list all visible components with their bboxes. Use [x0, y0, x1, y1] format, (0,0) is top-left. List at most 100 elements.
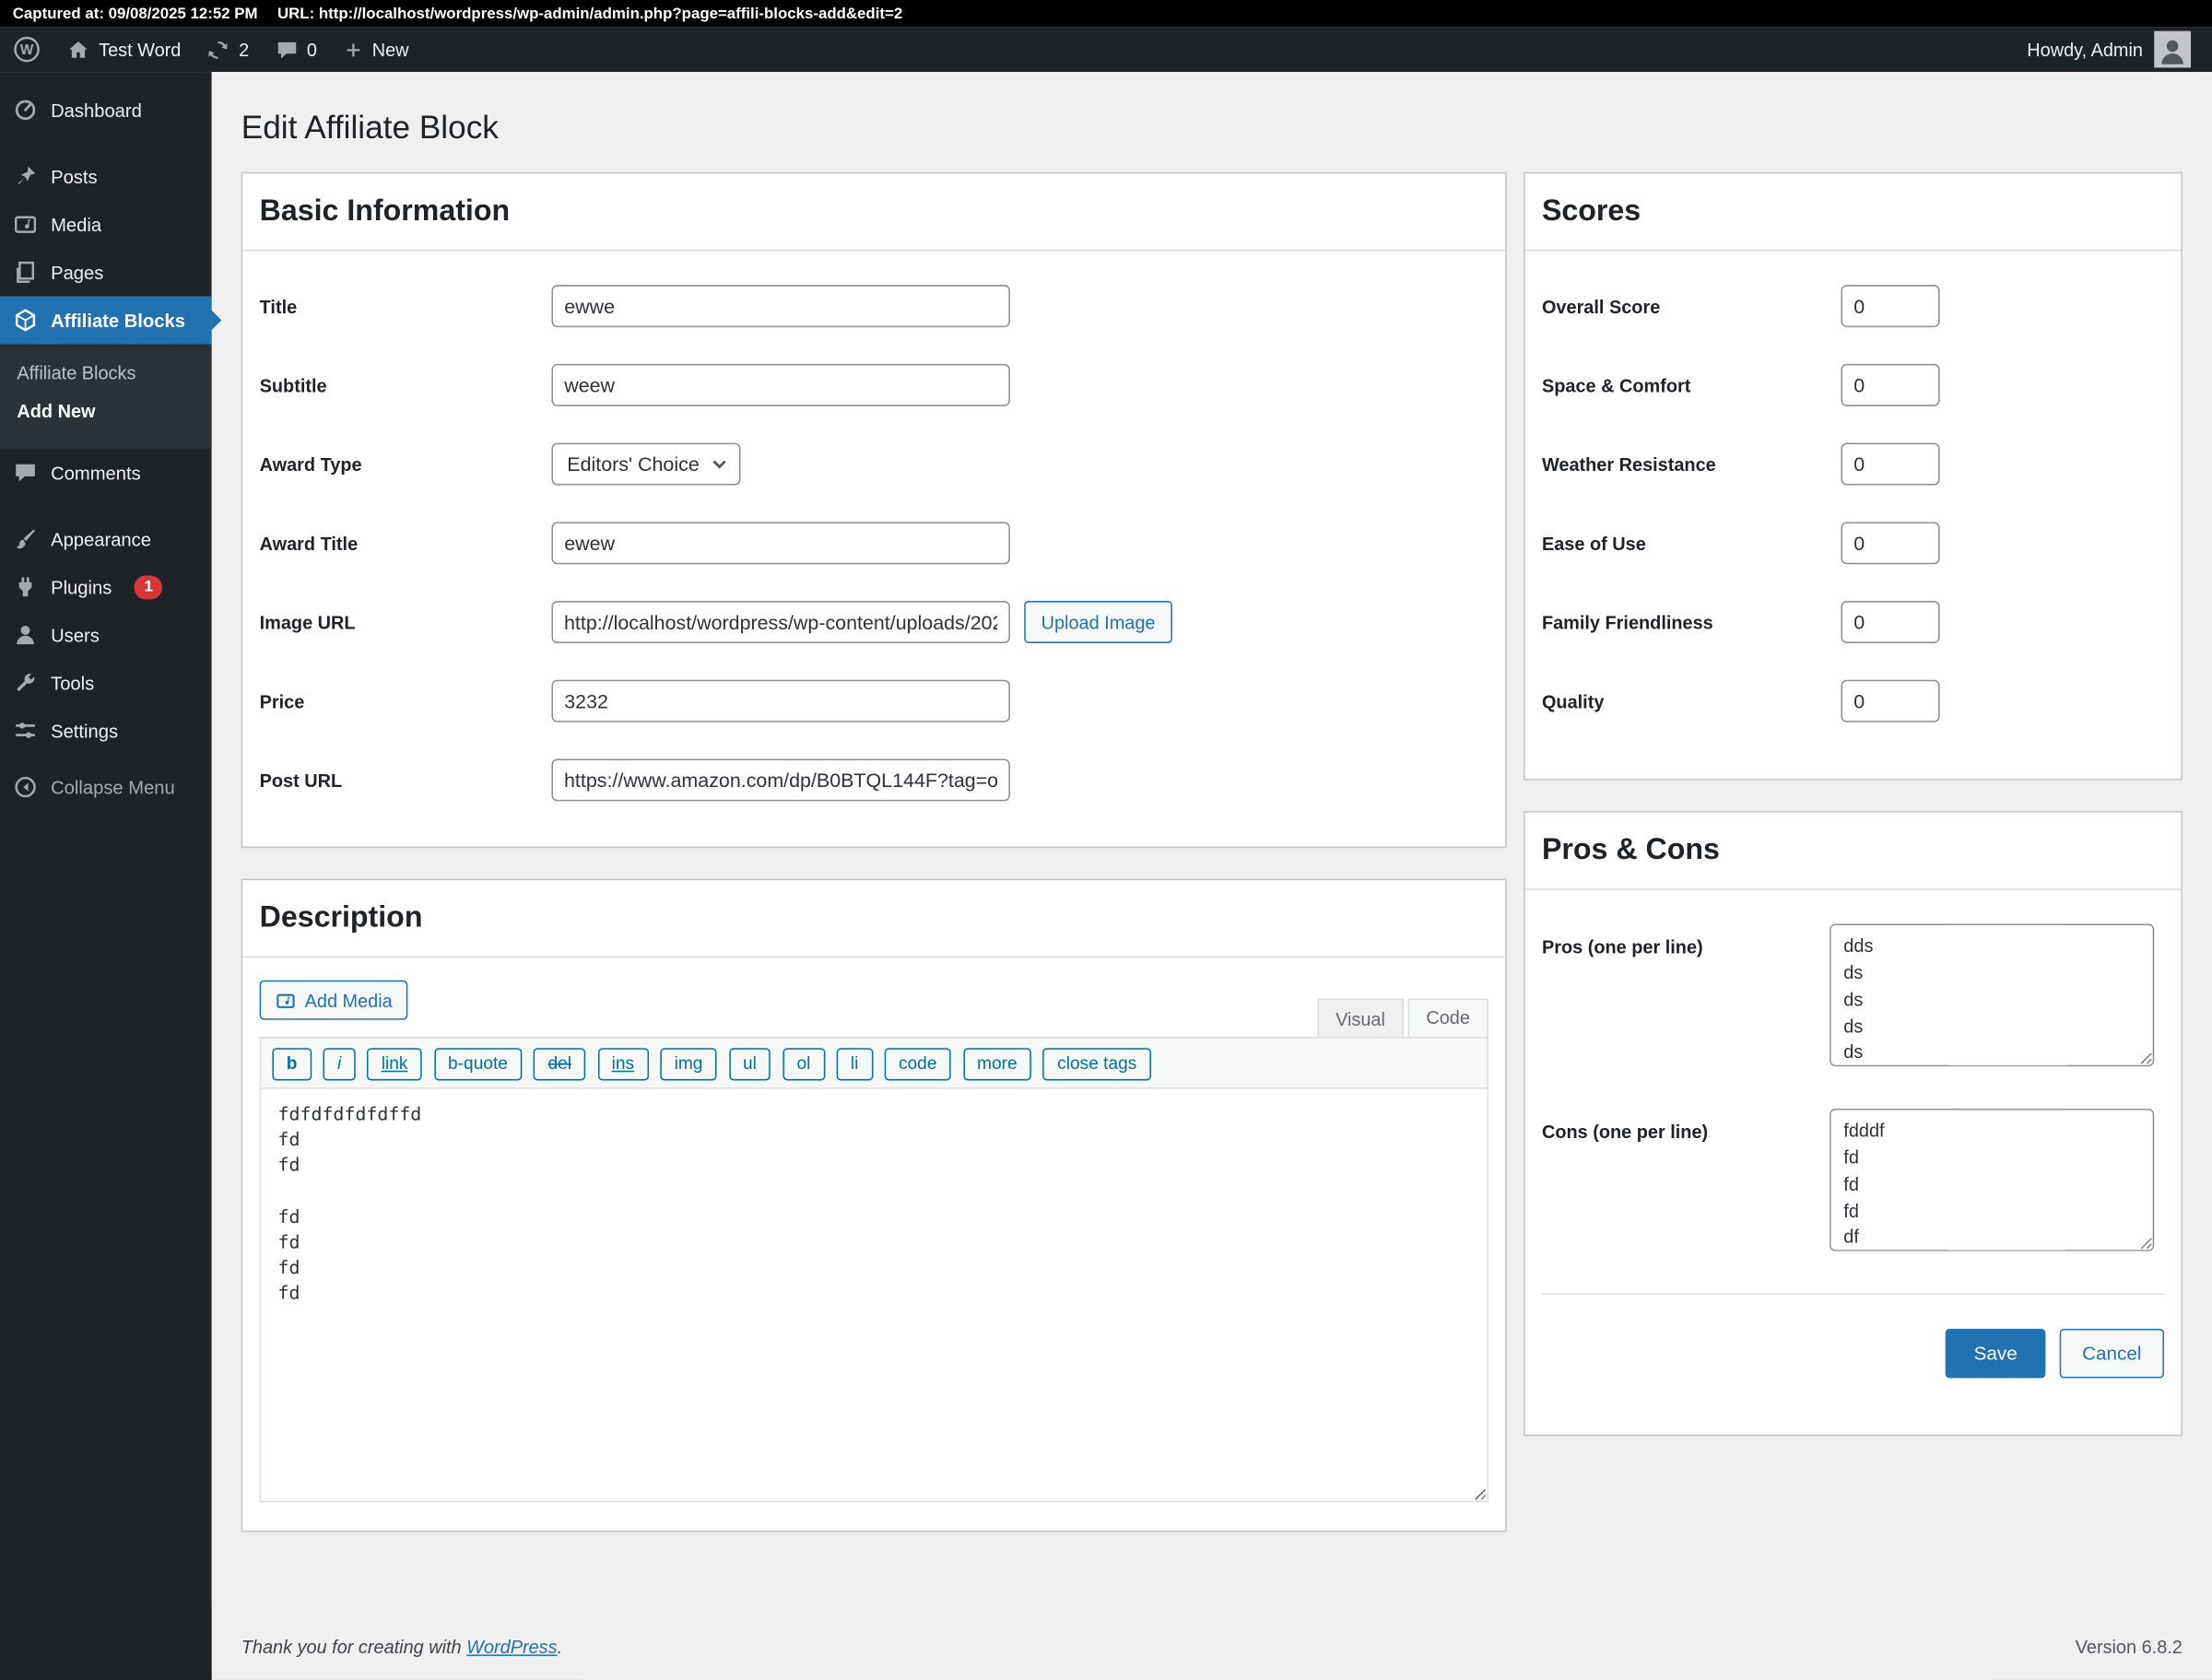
subtitle-row: Subtitle	[260, 364, 1488, 406]
award-title-label: Award Title	[260, 533, 552, 554]
sidebar-item-dashboard[interactable]: Dashboard	[0, 86, 212, 134]
qt-ins-button[interactable]: ins	[597, 1048, 648, 1080]
qt-del-button[interactable]: del	[534, 1048, 585, 1080]
qt-ol-button[interactable]: ol	[782, 1048, 825, 1080]
wordpress-link[interactable]: WordPress	[466, 1637, 557, 1658]
appearance-brush-icon	[13, 526, 39, 552]
cons-row: Cons (one per line) fdddf fd fd fd df	[1542, 1109, 2164, 1251]
updates-menu[interactable]: 2	[194, 27, 262, 72]
score-row: Overall Score	[1542, 285, 2164, 327]
sidebar-item-collapse-menu[interactable]: Collapse Menu	[0, 763, 212, 811]
plugin-icon	[13, 574, 39, 600]
ease-of-use-label: Ease of Use	[1542, 533, 1841, 554]
qt-italic-button[interactable]: i	[324, 1048, 356, 1080]
settings-sliders-icon	[13, 718, 39, 744]
qt-close-tags-button[interactable]: close tags	[1043, 1048, 1151, 1080]
cancel-button[interactable]: Cancel	[2060, 1329, 2164, 1379]
comment-bubble-icon	[275, 38, 299, 62]
site-name-menu[interactable]: Test Word	[53, 27, 194, 72]
submenu-item-add-new[interactable]: Add New	[0, 393, 212, 430]
award-title-input[interactable]	[551, 522, 1009, 564]
pros-label: Pros (one per line)	[1542, 924, 1830, 958]
post-url-input[interactable]	[551, 758, 1009, 801]
sidebar-item-appearance[interactable]: Appearance	[0, 515, 212, 563]
wp-admin-bar: W Test Word 2 0 New Howdy, Admin	[0, 27, 2212, 72]
qt-code-button[interactable]: code	[885, 1048, 951, 1080]
basic-information-heading: Basic Information	[260, 194, 1488, 229]
admin-sidebar: Dashboard Posts Media Pages Affiliate Bl…	[0, 72, 212, 1680]
quality-input[interactable]	[1841, 680, 1939, 723]
overall-score-input[interactable]	[1841, 285, 1939, 327]
qt-bold-button[interactable]: b	[272, 1048, 311, 1080]
title-input[interactable]	[551, 285, 1009, 327]
pros-row: Pros (one per line) dds ds ds ds ds	[1542, 924, 2164, 1067]
svg-text:W: W	[20, 42, 34, 58]
sidebar-item-comments[interactable]: Comments	[0, 449, 212, 497]
qt-ul-button[interactable]: ul	[729, 1048, 771, 1080]
space-comfort-input[interactable]	[1841, 364, 1939, 406]
account-menu[interactable]: Howdy, Admin	[2014, 27, 2203, 72]
tab-code[interactable]: Code	[1407, 999, 1488, 1037]
weather-resistance-label: Weather Resistance	[1542, 453, 1841, 475]
new-label: New	[372, 39, 409, 60]
editor-box: b i link b-quote del ins img ul ol li	[260, 1037, 1488, 1502]
submenu-item-affiliate-blocks[interactable]: Affiliate Blocks	[0, 354, 212, 392]
avatar	[2154, 31, 2191, 68]
sidebar-item-settings[interactable]: Settings	[0, 707, 212, 755]
comments-menu[interactable]: 0	[262, 27, 330, 72]
qt-li-button[interactable]: li	[837, 1048, 873, 1080]
sidebar-item-label: Comments	[51, 462, 141, 483]
upload-image-button[interactable]: Upload Image	[1024, 601, 1172, 643]
award-type-row: Award Type Editors' Choice	[260, 443, 1488, 486]
award-type-select[interactable]: Editors' Choice	[551, 443, 740, 486]
price-row: Price	[260, 680, 1488, 723]
title-row: Title	[260, 285, 1488, 327]
editor-tools: Add Media Visual Code	[260, 981, 1488, 1037]
weather-resistance-input[interactable]	[1841, 443, 1939, 486]
save-button[interactable]: Save	[1946, 1329, 2045, 1379]
pros-textarea[interactable]: dds ds ds ds ds	[1830, 924, 2154, 1067]
add-media-button[interactable]: Add Media	[260, 981, 408, 1020]
footer-thanks-prefix: Thank you for creating with	[241, 1637, 466, 1658]
cons-label: Cons (one per line)	[1542, 1109, 1830, 1143]
score-row: Space & Comfort	[1542, 364, 2164, 406]
sidebar-item-plugins[interactable]: Plugins 1	[0, 563, 212, 611]
home-icon	[66, 38, 90, 62]
comments-count: 0	[307, 39, 317, 60]
howdy-label: Howdy, Admin	[2027, 39, 2143, 60]
add-media-label: Add Media	[305, 990, 393, 1011]
plus-icon	[343, 39, 364, 60]
tab-visual[interactable]: Visual	[1317, 999, 1404, 1037]
description-editor[interactable]: fdfdfdfdfdffd fd fd fd fd fd fd	[261, 1089, 1487, 1501]
sidebar-item-users[interactable]: Users	[0, 611, 212, 659]
qt-more-button[interactable]: more	[963, 1048, 1031, 1080]
sidebar-item-affiliate-blocks[interactable]: Affiliate Blocks	[0, 296, 212, 344]
form-actions: Save Cancel	[1542, 1329, 2164, 1379]
description-heading: Description	[260, 901, 1488, 935]
menu-separator	[0, 134, 212, 152]
new-content-menu[interactable]: New	[330, 27, 422, 72]
wp-logo-menu[interactable]: W	[0, 27, 53, 72]
sidebar-item-media[interactable]: Media	[0, 200, 212, 248]
qt-blockquote-button[interactable]: b-quote	[434, 1048, 523, 1080]
price-input[interactable]	[551, 680, 1009, 723]
qt-img-button[interactable]: img	[660, 1048, 716, 1080]
sidebar-item-label: Tools	[51, 672, 94, 693]
cons-textarea[interactable]: fdddf fd fd fd df	[1830, 1109, 2154, 1251]
wordpress-logo-icon: W	[13, 35, 41, 64]
price-label: Price	[260, 690, 552, 711]
sidebar-item-label: Settings	[51, 720, 118, 741]
image-url-input[interactable]	[551, 601, 1009, 643]
sidebar-item-posts[interactable]: Posts	[0, 152, 212, 200]
family-friendliness-input[interactable]	[1841, 601, 1939, 643]
sidebar-item-pages[interactable]: Pages	[0, 248, 212, 296]
subtitle-input[interactable]	[551, 364, 1009, 406]
ease-of-use-input[interactable]	[1841, 522, 1939, 564]
footer-thanks-suffix: .	[558, 1637, 563, 1658]
award-type-select-wrap: Editors' Choice	[551, 443, 740, 486]
dashboard-icon	[13, 98, 39, 123]
qt-link-button[interactable]: link	[367, 1048, 421, 1080]
menu-separator	[0, 497, 212, 515]
award-title-row: Award Title	[260, 522, 1488, 564]
sidebar-item-tools[interactable]: Tools	[0, 659, 212, 707]
